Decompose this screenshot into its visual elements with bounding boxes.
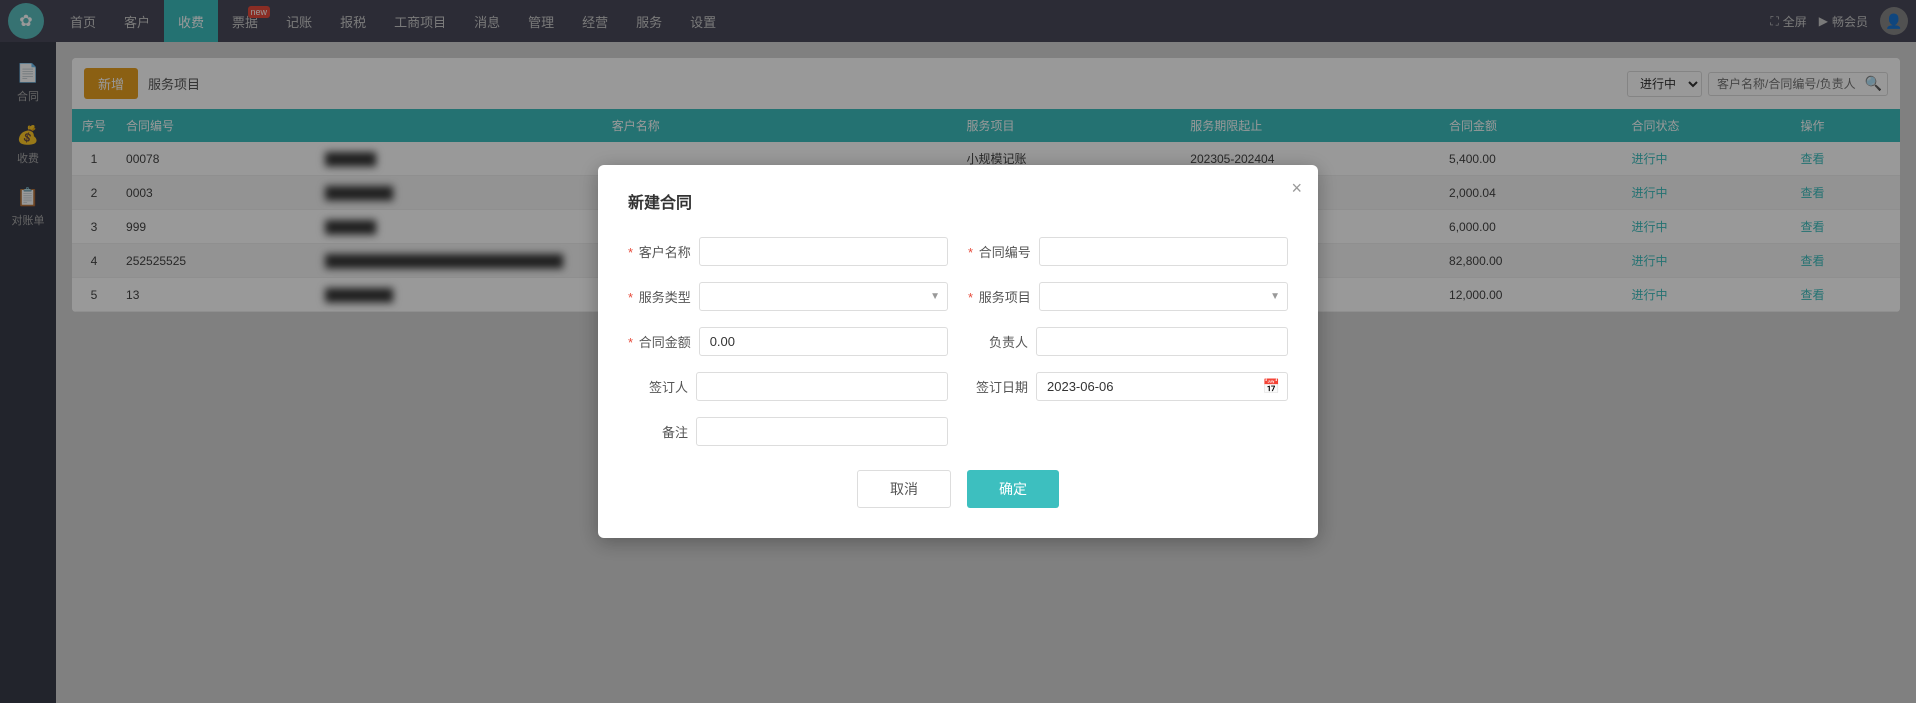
calendar-icon[interactable]: 📅 [1263,378,1280,395]
service-type-input[interactable] [699,282,948,311]
assignee-label: 负责人 [968,332,1028,351]
content-area: 新增 服务项目 进行中 全部 已完成 已终止 🔍 [56,42,1916,703]
customer-name-input[interactable] [699,237,948,266]
sign-date-input[interactable]: 2023-06-06 [1036,372,1288,401]
form-group-contract-no: * 合同编号 [968,237,1288,266]
assignee-input[interactable] [1036,327,1288,356]
form-group-sign-date: 签订日期 2023-06-06 📅 [968,372,1288,401]
modal-dialog: × 新建合同 * 客户名称 * 合同编号 [598,165,1318,538]
form-group-assignee: 负责人 [968,327,1288,356]
contract-no-label: * 合同编号 [968,242,1031,261]
date-wrapper: 2023-06-06 📅 [1036,372,1288,401]
amount-input[interactable]: 0.00 [699,327,948,356]
amount-label: * 合同金额 [628,332,691,351]
form-group-signer: 签订人 [628,372,948,401]
main-layout: 📄 合同 💰 收费 📋 对账单 新增 服务项目 进行中 全部 已完成 [0,42,1916,703]
note-input[interactable] [696,417,948,446]
note-label: 备注 [628,422,688,441]
modal-footer: 取消 确定 [628,470,1288,508]
form-row-1: * 客户名称 * 合同编号 [628,237,1288,266]
form-group-customer: * 客户名称 [628,237,948,266]
customer-label: * 客户名称 [628,242,691,261]
form-row-2: * 服务类型 ▼ * 服务项目 [628,282,1288,311]
modal-overlay[interactable]: × 新建合同 * 客户名称 * 合同编号 [56,42,1916,703]
form-group-service-type: * 服务类型 ▼ [628,282,948,311]
service-item-wrapper: ▼ [1039,282,1288,311]
form-group-service-item: * 服务项目 ▼ [968,282,1288,311]
modal-title: 新建合同 [628,189,1288,213]
service-item-label: * 服务项目 [968,287,1031,306]
form-row-5: 备注 [628,417,1288,446]
signer-input[interactable] [696,372,948,401]
contract-no-input[interactable] [1039,237,1288,266]
service-type-wrapper: ▼ [699,282,948,311]
form-group-amount: * 合同金额 0.00 [628,327,948,356]
form-row-4: 签订人 签订日期 2023-06-06 📅 [628,372,1288,401]
sign-date-label: 签订日期 [968,377,1028,396]
modal-close-button[interactable]: × [1291,179,1302,197]
form-row-3: * 合同金额 0.00 负责人 [628,327,1288,356]
confirm-button[interactable]: 确定 [967,470,1059,508]
signer-label: 签订人 [628,377,688,396]
service-item-input[interactable] [1039,282,1288,311]
cancel-button[interactable]: 取消 [857,470,951,508]
service-type-label: * 服务类型 [628,287,691,306]
form-group-note: 备注 [628,417,948,446]
